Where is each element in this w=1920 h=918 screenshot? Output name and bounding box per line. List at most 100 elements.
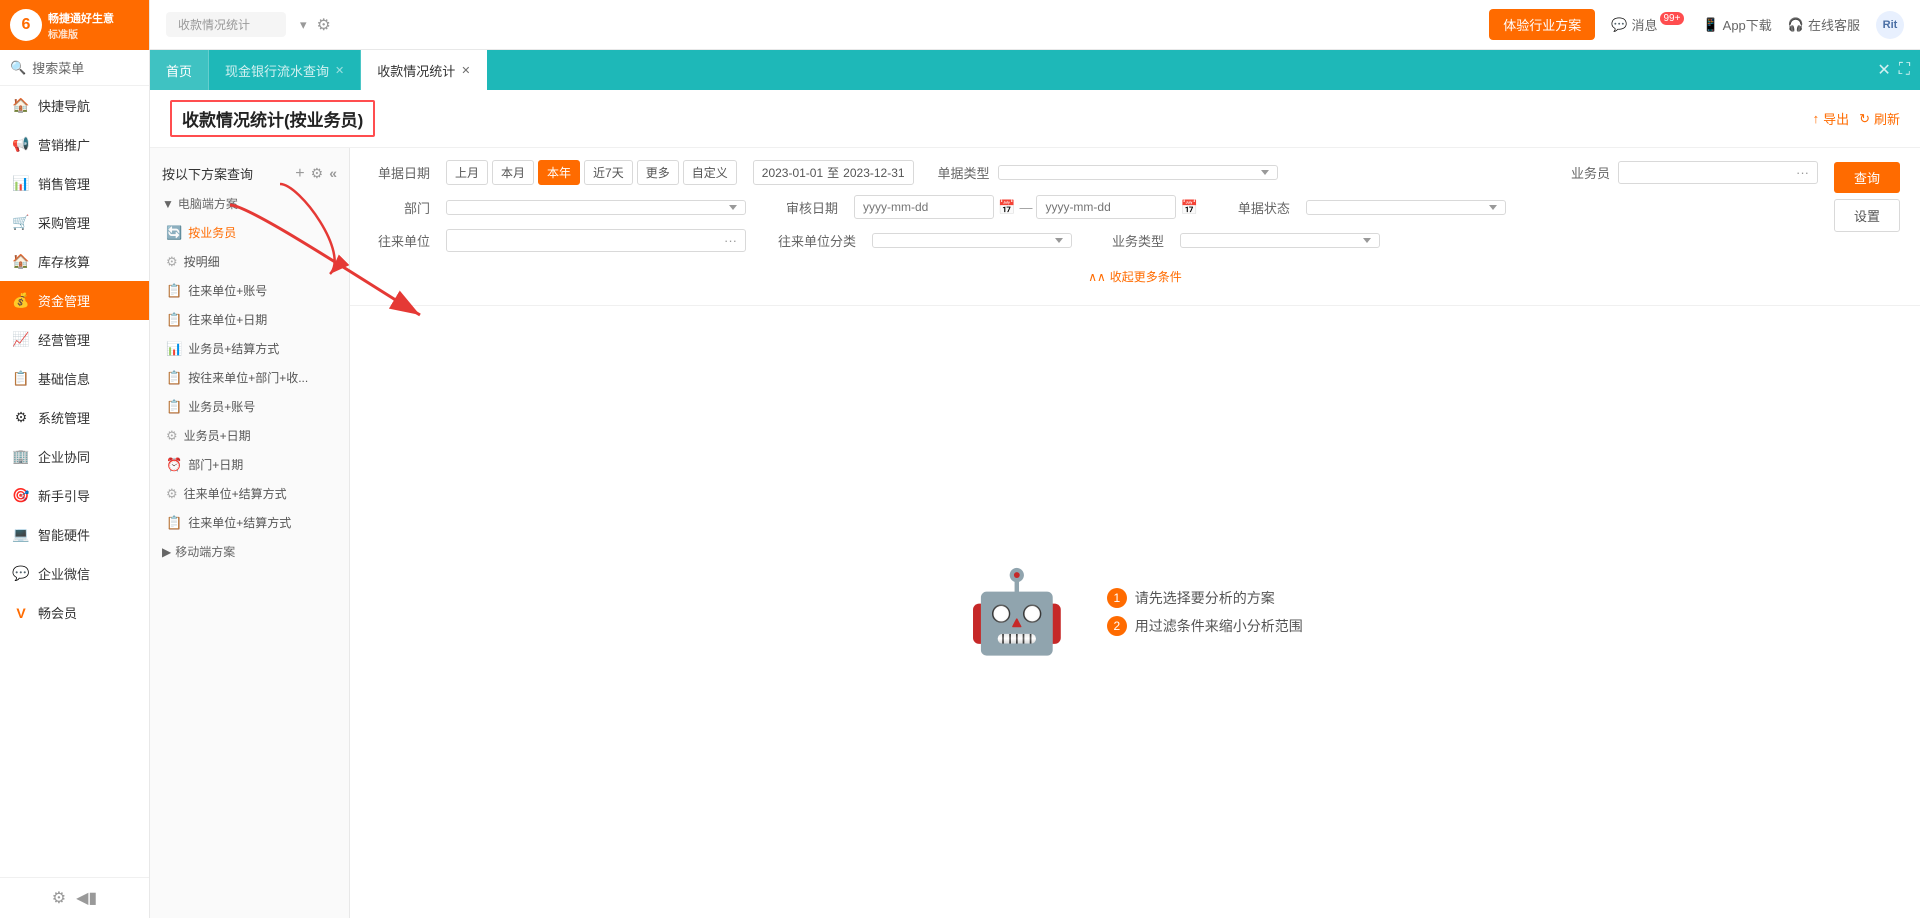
add-scheme-btn[interactable]: + bbox=[295, 165, 304, 183]
tabbar-actions: ✕ ⛶ bbox=[1877, 60, 1920, 80]
app-logo: 6 畅捷通好生意 标准版 bbox=[0, 0, 149, 50]
online-service-btn[interactable]: 🎧 在线客服 bbox=[1788, 15, 1860, 34]
unit-dept-icon: 📋 bbox=[166, 370, 182, 386]
sidebar-item-label: 库存核算 bbox=[38, 252, 90, 271]
date-label: 单据日期 bbox=[370, 163, 430, 182]
doc-type-select[interactable] bbox=[998, 165, 1278, 180]
tab-bank-label: 现金银行流水查询 bbox=[225, 61, 329, 80]
tab-bank[interactable]: 现金银行流水查询 ✕ bbox=[209, 50, 361, 90]
step-1-number: 1 bbox=[1107, 588, 1127, 608]
tab-receipts[interactable]: 收款情况统计 ✕ bbox=[361, 50, 487, 90]
desktop-scheme-group-title[interactable]: ▼ 电脑端方案 bbox=[150, 189, 349, 218]
tab-receipts-label: 收款情况统计 bbox=[377, 61, 455, 80]
review-calendar-start[interactable]: 📅 bbox=[998, 199, 1015, 216]
group-label: 电脑端方案 bbox=[178, 195, 238, 212]
scheme-settings-btn[interactable]: ⚙ bbox=[311, 165, 324, 183]
trial-button[interactable]: 体验行业方案 bbox=[1489, 9, 1595, 40]
desktop-scheme-group: ▼ 电脑端方案 🔄 按业务员 ⚙ 按明细 📋 往来单位+账号 bbox=[150, 189, 349, 537]
refresh-btn[interactable]: ↻ 刷新 bbox=[1859, 109, 1900, 128]
sidebar-item-quick-nav[interactable]: 🏠 快捷导航 bbox=[0, 86, 149, 125]
date-btn-last-month[interactable]: 上月 bbox=[446, 160, 488, 185]
date-btn-this-month[interactable]: 本月 bbox=[492, 160, 534, 185]
sidebar-item-hardware[interactable]: 💻 智能硬件 bbox=[0, 515, 149, 554]
tab-bank-close[interactable]: ✕ bbox=[335, 64, 344, 77]
messages-btn[interactable]: 💬 消息 99+ bbox=[1611, 15, 1686, 34]
tab-home[interactable]: 首页 bbox=[150, 50, 209, 90]
refresh-label: 刷新 bbox=[1874, 109, 1900, 128]
scheme-item-salesperson-account[interactable]: 📋 业务员+账号 bbox=[150, 392, 349, 421]
scheme-item-unit-account[interactable]: 📋 往来单位+账号 bbox=[150, 276, 349, 305]
query-button[interactable]: 查询 bbox=[1834, 162, 1900, 193]
sidebar-item-sales[interactable]: 📊 销售管理 bbox=[0, 164, 149, 203]
panel-header-actions: + ⚙ « bbox=[295, 165, 337, 183]
settings-footer-btn[interactable]: ⚙ bbox=[52, 888, 66, 908]
export-btn[interactable]: ↑ 导出 bbox=[1813, 109, 1850, 128]
sidebar-item-operation[interactable]: 📈 经营管理 bbox=[0, 320, 149, 359]
sidebar-item-system[interactable]: ⚙ 系统管理 bbox=[0, 398, 149, 437]
logo-icon: 6 bbox=[10, 9, 42, 41]
sidebar-item-guide[interactable]: 🎯 新手引导 bbox=[0, 476, 149, 515]
salesperson-dots[interactable]: ··· bbox=[1796, 165, 1809, 180]
date-btn-more[interactable]: 更多 bbox=[637, 160, 679, 185]
mobile-scheme-group: ▶ 移动端方案 bbox=[150, 537, 349, 566]
review-calendar-end[interactable]: 📅 bbox=[1180, 199, 1197, 216]
scheme-item-salesperson[interactable]: 🔄 按业务员 bbox=[150, 218, 349, 247]
doc-status-select[interactable] bbox=[1306, 200, 1506, 215]
sidebar-item-member[interactable]: V 畅会员 bbox=[0, 593, 149, 632]
settings-button[interactable]: 设置 bbox=[1834, 199, 1900, 232]
guide-icon: 🎯 bbox=[12, 487, 30, 505]
sidebar-item-capital[interactable]: 💰 资金管理 bbox=[0, 281, 149, 320]
scheme-item-label: 往来单位+结算方式 bbox=[188, 514, 291, 531]
refresh-icon: ↻ bbox=[1859, 111, 1870, 127]
marketing-icon: 📢 bbox=[12, 136, 30, 154]
scheme-item-label: 往来单位+日期 bbox=[188, 311, 267, 328]
scheme-item-salesperson-settle[interactable]: 📊 业务员+结算方式 bbox=[150, 334, 349, 363]
breadcrumb-dropdown-icon[interactable]: ▾ bbox=[300, 17, 307, 33]
collapse-filter-btn[interactable]: ∧∧ 收起更多条件 bbox=[370, 260, 1900, 293]
scheme-item-unit-dept[interactable]: 📋 按往来单位+部门+收... bbox=[150, 363, 349, 392]
body-layout: 按以下方案查询 + ⚙ « bbox=[150, 148, 1920, 918]
counterparty-dots[interactable]: ··· bbox=[724, 233, 737, 248]
collapse-panel-btn[interactable]: « bbox=[329, 165, 337, 183]
biz-type-chevron bbox=[1363, 238, 1371, 243]
scheme-item-unit-settle1[interactable]: ⚙ 往来单位+结算方式 bbox=[150, 479, 349, 508]
scheme-item-detail[interactable]: ⚙ 按明细 bbox=[150, 247, 349, 276]
sidebar-item-wechat[interactable]: 💬 企业微信 bbox=[0, 554, 149, 593]
collapse-sidebar-btn[interactable]: ◀▮ bbox=[76, 888, 97, 908]
scheme-item-dept-date[interactable]: ⏰ 部门+日期 bbox=[150, 450, 349, 479]
date-btn-7days[interactable]: 近7天 bbox=[584, 160, 633, 185]
sidebar-item-marketing[interactable]: 📢 营销推广 bbox=[0, 125, 149, 164]
date-btn-custom[interactable]: 自定义 bbox=[683, 160, 737, 185]
close-all-tabs-btn[interactable]: ✕ bbox=[1877, 60, 1890, 80]
scheme-panel: 按以下方案查询 + ⚙ « bbox=[150, 148, 350, 918]
user-avatar[interactable]: Rit bbox=[1876, 11, 1904, 39]
review-date-label: 审核日期 bbox=[778, 198, 838, 217]
review-date-end[interactable] bbox=[1036, 195, 1176, 219]
counterparty-category-select[interactable] bbox=[872, 233, 1072, 248]
sidebar-item-basic[interactable]: 📋 基础信息 bbox=[0, 359, 149, 398]
dept-select[interactable] bbox=[446, 200, 746, 215]
sidebar-item-inventory[interactable]: 🏠 库存核算 bbox=[0, 242, 149, 281]
dept-label: 部门 bbox=[370, 198, 430, 217]
sidebar-item-purchase[interactable]: 🛒 采购管理 bbox=[0, 203, 149, 242]
scheme-item-unit-date[interactable]: 📋 往来单位+日期 bbox=[150, 305, 349, 334]
topbar-settings-icon[interactable]: ⚙ bbox=[317, 15, 331, 35]
filter-area: 单据日期 上月 本月 本年 近7天 更多 自定义 bbox=[350, 148, 1920, 306]
step-2-number: 2 bbox=[1107, 616, 1127, 636]
sidebar-item-enterprise[interactable]: 🏢 企业协同 bbox=[0, 437, 149, 476]
app-name: 畅捷通好生意 bbox=[48, 10, 114, 26]
biz-type-select[interactable] bbox=[1180, 233, 1380, 248]
doc-type-chevron bbox=[1261, 170, 1269, 175]
review-date-start[interactable] bbox=[854, 195, 994, 219]
tab-receipts-close[interactable]: ✕ bbox=[461, 64, 470, 77]
biz-type-label: 业务类型 bbox=[1104, 231, 1164, 250]
scheme-item-salesperson-date[interactable]: ⚙ 业务员+日期 bbox=[150, 421, 349, 450]
date-btn-this-year[interactable]: 本年 bbox=[538, 160, 580, 185]
sidebar-search[interactable]: 🔍 搜索菜单 bbox=[0, 50, 149, 86]
step-1: 1 请先选择要分析的方案 bbox=[1107, 588, 1303, 608]
scheme-item-unit-settle2[interactable]: 📋 往来单位+结算方式 bbox=[150, 508, 349, 537]
app-download-btn[interactable]: 📱 App下载 bbox=[1702, 15, 1771, 34]
mobile-scheme-group-title[interactable]: ▶ 移动端方案 bbox=[150, 537, 349, 566]
page-header: 收款情况统计(按业务员) ↑ 导出 ↻ 刷新 bbox=[150, 90, 1920, 148]
maximize-btn[interactable]: ⛶ bbox=[1899, 61, 1910, 79]
